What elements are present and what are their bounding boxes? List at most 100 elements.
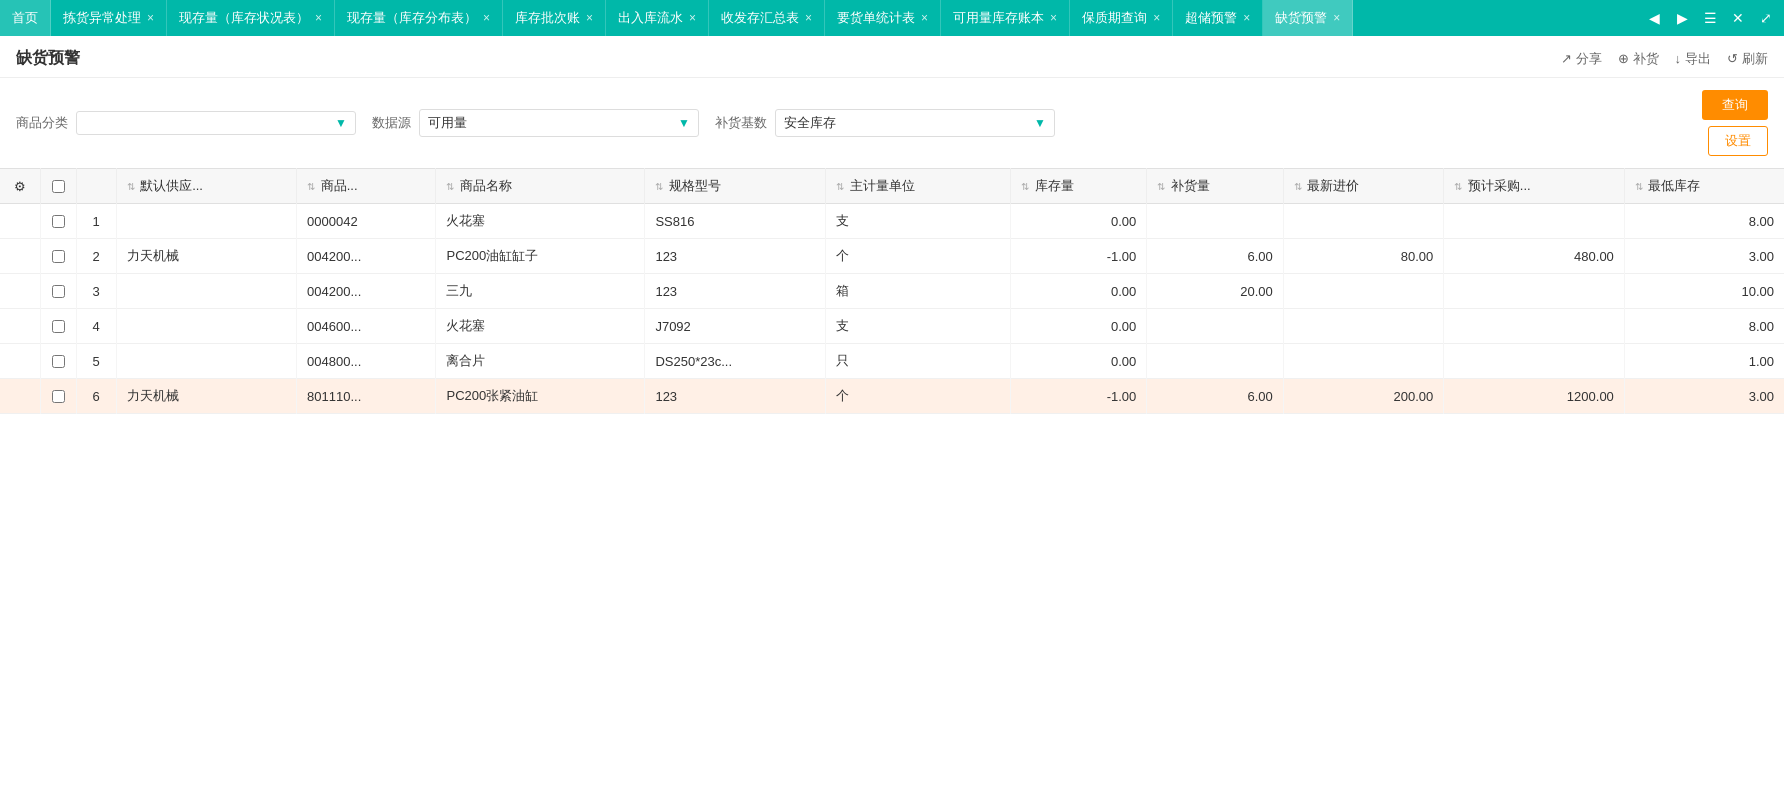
- nav-tab-9[interactable]: 保质期查询 ×: [1070, 0, 1173, 36]
- sort-icon: ⇅: [1454, 181, 1462, 192]
- row-min-stock: 1.00: [1624, 344, 1784, 379]
- nav-tab-5-close[interactable]: ×: [689, 11, 696, 25]
- nav-next-button[interactable]: ▶: [1668, 4, 1696, 32]
- th-gear[interactable]: ⚙: [0, 169, 40, 204]
- replenish-base-label: 补货基数: [715, 114, 767, 132]
- row-gear-cell[interactable]: [0, 274, 40, 309]
- nav-tab-8[interactable]: 可用量库存账本 ×: [941, 0, 1070, 36]
- row-gear-cell[interactable]: [0, 239, 40, 274]
- row-spec: DS250*23c...: [645, 344, 826, 379]
- nav-tab-10-close[interactable]: ×: [1243, 11, 1250, 25]
- query-button[interactable]: 查询: [1702, 90, 1768, 120]
- nav-tab-10[interactable]: 超储预警 ×: [1173, 0, 1263, 36]
- category-filter-group: 商品分类 ▼: [16, 111, 356, 135]
- row-stock: -1.00: [1010, 239, 1146, 274]
- replenish-base-arrow-icon: ▼: [1034, 116, 1046, 130]
- nav-tab-8-close[interactable]: ×: [1050, 11, 1057, 25]
- th-latest-price[interactable]: ⇅ 最新进价: [1283, 169, 1444, 204]
- th-idx: [76, 169, 116, 204]
- row-checkbox[interactable]: [52, 250, 65, 263]
- row-idx: 1: [76, 204, 116, 239]
- row-estimated-purchase: [1444, 344, 1625, 379]
- settings-button[interactable]: 设置: [1708, 126, 1768, 156]
- category-label: 商品分类: [16, 114, 68, 132]
- row-min-stock: 8.00: [1624, 204, 1784, 239]
- sort-icon: ⇅: [655, 181, 663, 192]
- nav-close-button[interactable]: ✕: [1724, 4, 1752, 32]
- refresh-label: 刷新: [1742, 50, 1768, 68]
- row-gear-cell[interactable]: [0, 204, 40, 239]
- nav-prev-button[interactable]: ◀: [1640, 4, 1668, 32]
- replenish-label: 补货: [1633, 50, 1659, 68]
- th-product-code[interactable]: ⇅ 商品...: [297, 169, 436, 204]
- sort-icon: ⇅: [127, 181, 135, 192]
- row-checkbox[interactable]: [52, 390, 65, 403]
- th-product-name[interactable]: ⇅ 商品名称: [436, 169, 645, 204]
- row-idx: 3: [76, 274, 116, 309]
- row-checkbox-cell[interactable]: [40, 309, 76, 344]
- nav-tab-5-label: 出入库流水: [618, 9, 683, 27]
- row-checkbox-cell[interactable]: [40, 379, 76, 414]
- nav-tab-3[interactable]: 现存量（库存分布表） ×: [335, 0, 503, 36]
- nav-tab-9-label: 保质期查询: [1082, 9, 1147, 27]
- th-stock[interactable]: ⇅ 库存量: [1010, 169, 1146, 204]
- share-button[interactable]: ↗ 分享: [1561, 50, 1602, 68]
- category-select[interactable]: ▼: [76, 111, 356, 135]
- row-unit: 箱: [826, 274, 1011, 309]
- replenish-base-select[interactable]: 安全库存 ▼: [775, 109, 1055, 137]
- th-unit[interactable]: ⇅ 主计量单位: [826, 169, 1011, 204]
- row-gear-cell[interactable]: [0, 379, 40, 414]
- sort-icon: ⇅: [1635, 181, 1643, 192]
- nav-tab-1-close[interactable]: ×: [147, 11, 154, 25]
- nav-tab-4-label: 库存批次账: [515, 9, 580, 27]
- row-checkbox-cell[interactable]: [40, 274, 76, 309]
- row-gear-cell[interactable]: [0, 344, 40, 379]
- nav-tab-7[interactable]: 要货单统计表 ×: [825, 0, 941, 36]
- data-table: ⚙ ⇅ 默认供应... ⇅ 商品...: [0, 168, 1784, 414]
- row-checkbox-cell[interactable]: [40, 344, 76, 379]
- row-checkbox[interactable]: [52, 215, 65, 228]
- row-gear-cell[interactable]: [0, 309, 40, 344]
- nav-tab-11[interactable]: 缺货预警 ×: [1263, 0, 1353, 36]
- nav-tab-9-close[interactable]: ×: [1153, 11, 1160, 25]
- row-stock: -1.00: [1010, 379, 1146, 414]
- datasource-filter-group: 数据源 可用量 ▼: [372, 109, 699, 137]
- row-idx: 2: [76, 239, 116, 274]
- export-button[interactable]: ↓ 导出: [1675, 50, 1712, 68]
- row-checkbox-cell[interactable]: [40, 204, 76, 239]
- nav-tab-3-close[interactable]: ×: [483, 11, 490, 25]
- row-unit: 个: [826, 239, 1011, 274]
- row-checkbox-cell[interactable]: [40, 239, 76, 274]
- nav-expand-button[interactable]: ⤢: [1752, 4, 1780, 32]
- nav-tab-11-close[interactable]: ×: [1333, 11, 1340, 25]
- refresh-button[interactable]: ↺ 刷新: [1727, 50, 1768, 68]
- top-nav: 首页 拣货异常处理 × 现存量（库存状况表） × 现存量（库存分布表） × 库存…: [0, 0, 1784, 36]
- datasource-select[interactable]: 可用量 ▼: [419, 109, 699, 137]
- row-product-code: 801110...: [297, 379, 436, 414]
- th-spec[interactable]: ⇅ 规格型号: [645, 169, 826, 204]
- table-row: 6 力天机械 801110... PC200张紧油缸 123 个 -1.00 6…: [0, 379, 1784, 414]
- nav-tab-6[interactable]: 收发存汇总表 ×: [709, 0, 825, 36]
- select-all-checkbox[interactable]: [52, 180, 65, 193]
- table-row: 1 0000042 火花塞 SS816 支 0.00 8.00: [0, 204, 1784, 239]
- th-min-stock[interactable]: ⇅ 最低库存: [1624, 169, 1784, 204]
- nav-tab-2[interactable]: 现存量（库存状况表） ×: [167, 0, 335, 36]
- row-checkbox[interactable]: [52, 285, 65, 298]
- th-replenish-qty[interactable]: ⇅ 补货量: [1147, 169, 1283, 204]
- nav-tab-5[interactable]: 出入库流水 ×: [606, 0, 709, 36]
- row-checkbox[interactable]: [52, 355, 65, 368]
- nav-tab-4-close[interactable]: ×: [586, 11, 593, 25]
- nav-tab-6-close[interactable]: ×: [805, 11, 812, 25]
- nav-tab-home[interactable]: 首页: [0, 0, 51, 36]
- th-checkbox[interactable]: [40, 169, 76, 204]
- th-supplier[interactable]: ⇅ 默认供应...: [116, 169, 297, 204]
- nav-tab-1[interactable]: 拣货异常处理 ×: [51, 0, 167, 36]
- nav-menu-button[interactable]: ☰: [1696, 4, 1724, 32]
- nav-tab-7-close[interactable]: ×: [921, 11, 928, 25]
- replenish-button[interactable]: ⊕ 补货: [1618, 50, 1659, 68]
- th-estimated-purchase[interactable]: ⇅ 预计采购...: [1444, 169, 1625, 204]
- nav-tab-2-close[interactable]: ×: [315, 11, 322, 25]
- row-checkbox[interactable]: [52, 320, 65, 333]
- export-icon: ↓: [1675, 51, 1682, 66]
- nav-tab-4[interactable]: 库存批次账 ×: [503, 0, 606, 36]
